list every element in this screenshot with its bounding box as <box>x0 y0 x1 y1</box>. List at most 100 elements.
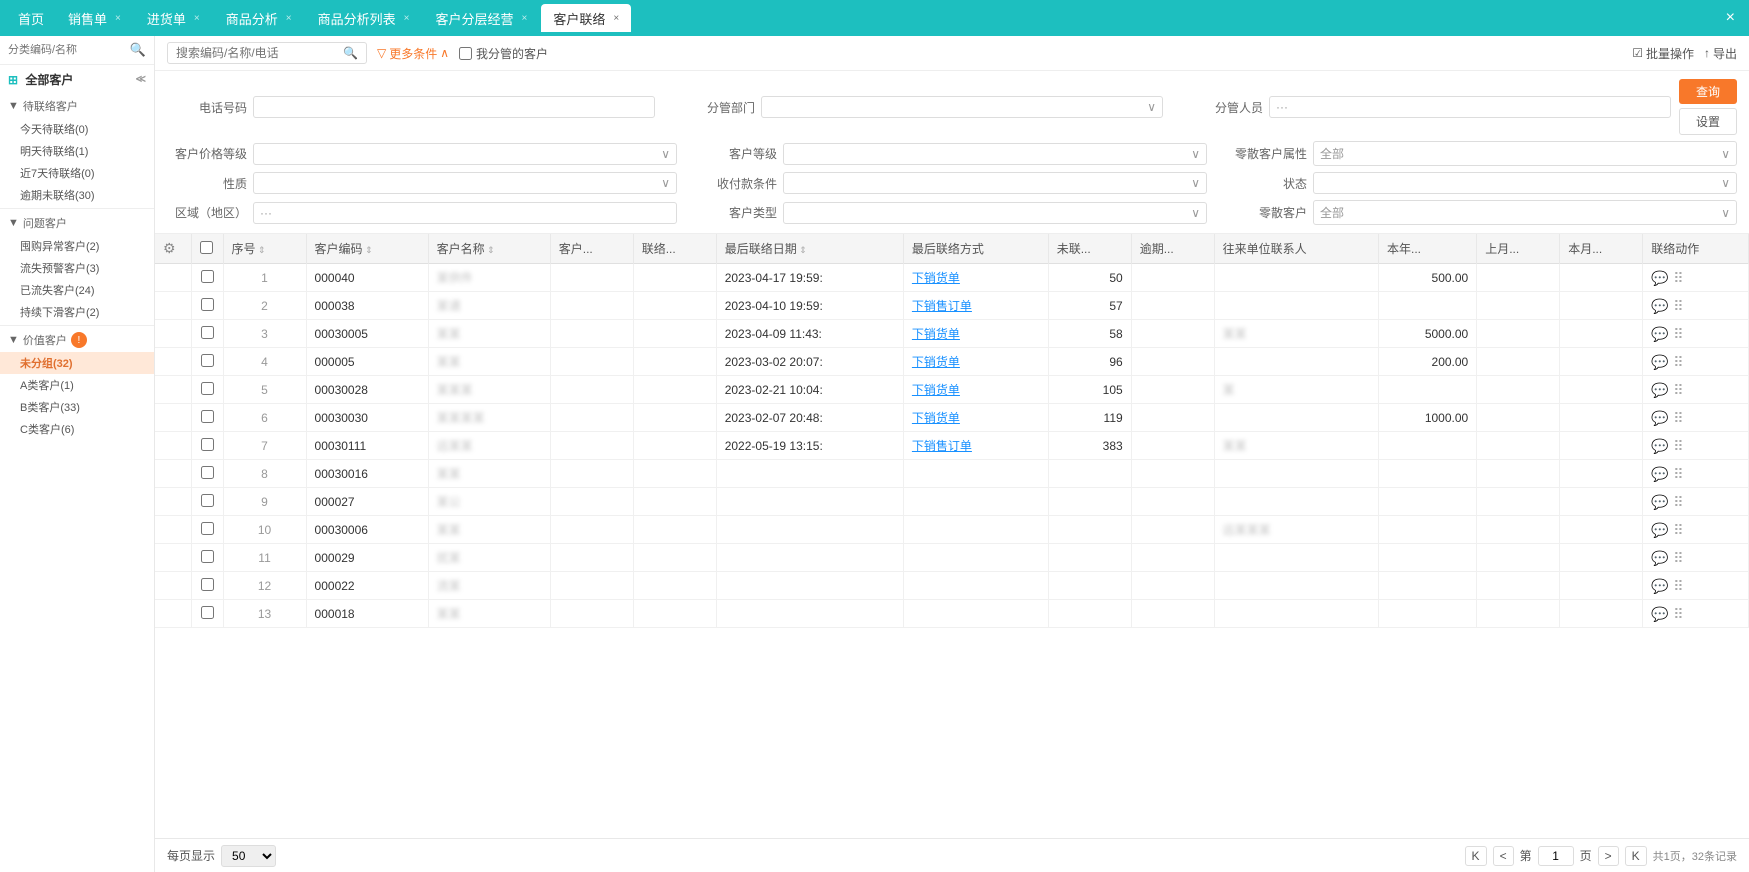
select-all-checkbox[interactable] <box>200 241 213 254</box>
search-input[interactable] <box>176 46 337 60</box>
more-icon[interactable]: ⠿ <box>1673 578 1689 594</box>
close-icon[interactable]: × <box>286 13 292 24</box>
first-page-button[interactable]: K <box>1465 846 1487 866</box>
more-icon[interactable]: ⠿ <box>1673 410 1689 426</box>
row-check[interactable] <box>201 270 214 283</box>
sidebar-search-box[interactable]: 🔍 <box>0 36 154 65</box>
more-icon[interactable]: ⠿ <box>1673 270 1689 286</box>
nav-tab-customer-contact[interactable]: 客户联络 × <box>541 4 631 32</box>
row-check[interactable] <box>201 522 214 535</box>
collapse-icon[interactable]: ≪ <box>136 74 146 85</box>
col-contact[interactable]: 联络... <box>633 234 716 264</box>
customer-type-select[interactable]: ∨ <box>783 202 1207 224</box>
manage-staff-input[interactable]: ··· <box>1269 96 1671 118</box>
contact-icon[interactable]: 💬 <box>1651 550 1667 566</box>
sidebar-item-churn-warn[interactable]: 流失预警客户(3) <box>0 257 154 279</box>
more-icon[interactable]: ⠿ <box>1673 522 1689 538</box>
status-select[interactable]: ∨ <box>1313 172 1737 194</box>
batch-operation-button[interactable]: ☑ 批量操作 <box>1632 45 1694 62</box>
sidebar-group-value[interactable]: ▼ 价值客户 ! <box>0 328 154 352</box>
close-icon[interactable]: × <box>194 13 200 24</box>
contact-icon[interactable]: 💬 <box>1651 410 1667 426</box>
row-check[interactable] <box>201 382 214 395</box>
last-method-link[interactable]: 下销售订单 <box>912 439 972 453</box>
row-check[interactable] <box>201 494 214 507</box>
col-uncontacted[interactable]: 未联... <box>1048 234 1131 264</box>
sidebar-item-abnormal[interactable]: 囤购异常客户(2) <box>0 235 154 257</box>
close-all-button[interactable]: × <box>1720 9 1741 27</box>
nav-tab-analysis-list[interactable]: 商品分析列表 × <box>306 4 422 32</box>
export-button[interactable]: ↑ 导出 <box>1704 45 1737 62</box>
phone-input[interactable] <box>253 96 655 118</box>
contact-icon[interactable]: 💬 <box>1651 522 1667 538</box>
row-check[interactable] <box>201 606 214 619</box>
col-this-month[interactable]: 本月... <box>1560 234 1643 264</box>
sidebar-search-input[interactable] <box>8 44 126 56</box>
more-icon[interactable]: ⠿ <box>1673 466 1689 482</box>
sidebar-item-a-class[interactable]: A类客户(1) <box>0 374 154 396</box>
query-button[interactable]: 查询 <box>1679 79 1737 104</box>
nav-home[interactable]: 首页 <box>8 9 54 28</box>
last-method-link[interactable]: 下销货单 <box>912 355 960 369</box>
contact-icon[interactable]: 💬 <box>1651 494 1667 510</box>
customer-level-select[interactable]: ∨ <box>783 143 1207 165</box>
contact-icon[interactable]: 💬 <box>1651 382 1667 398</box>
nav-tab-purchase[interactable]: 进货单 × <box>135 4 212 32</box>
nav-tab-analysis[interactable]: 商品分析 × <box>214 4 304 32</box>
nav-tab-customer-tier[interactable]: 客户分层经营 × <box>423 4 539 32</box>
all-customers-header[interactable]: ⊞ 全部客户 ≪ <box>0 65 154 94</box>
col-last-method[interactable]: 最后联络方式 <box>903 234 1048 264</box>
gear-icon[interactable]: ⚙ <box>163 240 176 256</box>
manage-dept-select[interactable]: ∨ <box>761 96 1163 118</box>
contact-icon[interactable]: 💬 <box>1651 438 1667 454</box>
row-check[interactable] <box>201 298 214 311</box>
contact-icon[interactable]: 💬 <box>1651 606 1667 622</box>
more-conditions-button[interactable]: ▽ 更多条件 ∧ <box>377 45 449 62</box>
col-type[interactable]: 客户... <box>550 234 633 264</box>
price-level-select[interactable]: ∨ <box>253 143 677 165</box>
more-icon[interactable]: ⠿ <box>1673 494 1689 510</box>
row-check[interactable] <box>201 410 214 423</box>
more-icon[interactable]: ⠿ <box>1673 550 1689 566</box>
close-icon[interactable]: × <box>115 13 121 24</box>
contact-icon[interactable]: 💬 <box>1651 326 1667 342</box>
region-input[interactable]: ··· <box>253 202 677 224</box>
prev-page-button[interactable]: < <box>1493 846 1514 866</box>
contact-icon[interactable]: 💬 <box>1651 578 1667 594</box>
page-input[interactable] <box>1538 846 1574 866</box>
gender-select[interactable]: ∨ <box>253 172 677 194</box>
reset-button[interactable]: 设置 <box>1679 108 1737 135</box>
row-check[interactable] <box>201 326 214 339</box>
search-icon[interactable]: 🔍 <box>343 46 358 60</box>
more-icon[interactable]: ⠿ <box>1673 298 1689 314</box>
nav-tab-sales[interactable]: 销售单 × <box>56 4 133 32</box>
close-icon[interactable]: × <box>404 13 410 24</box>
search-box[interactable]: 🔍 <box>167 42 367 64</box>
row-check[interactable] <box>201 438 214 451</box>
retail-customer-select[interactable]: 全部 ∨ <box>1313 200 1737 225</box>
col-last-date[interactable]: 最后联络日期 <box>716 234 903 264</box>
sidebar-item-declining[interactable]: 持续下滑客户(2) <box>0 301 154 323</box>
sidebar-item-overdue[interactable]: 逾期未联络(30) <box>0 184 154 206</box>
sidebar-group-problem[interactable]: ▼ 问题客户 <box>0 211 154 235</box>
col-partner[interactable]: 往来单位联系人 <box>1214 234 1378 264</box>
col-overdue[interactable]: 逾期... <box>1131 234 1214 264</box>
contact-icon[interactable]: 💬 <box>1651 466 1667 482</box>
more-icon[interactable]: ⠿ <box>1673 326 1689 342</box>
sidebar-item-ungroup[interactable]: 未分组(32) <box>0 352 154 374</box>
more-icon[interactable]: ⠿ <box>1673 382 1689 398</box>
last-method-link[interactable]: 下销货单 <box>912 383 960 397</box>
row-check[interactable] <box>201 466 214 479</box>
more-icon[interactable]: ⠿ <box>1673 606 1689 622</box>
next-page-button[interactable]: > <box>1598 846 1619 866</box>
contact-icon[interactable]: 💬 <box>1651 298 1667 314</box>
last-method-link[interactable]: 下销货单 <box>912 411 960 425</box>
row-check[interactable] <box>201 550 214 563</box>
page-size-select[interactable]: 50 100 200 <box>221 845 276 867</box>
last-method-link[interactable]: 下销售订单 <box>912 299 972 313</box>
contact-icon[interactable]: 💬 <box>1651 270 1667 286</box>
sidebar-item-7days[interactable]: 近7天待联络(0) <box>0 162 154 184</box>
sidebar-item-c-class[interactable]: C类客户(6) <box>0 418 154 440</box>
sidebar-item-churned[interactable]: 已流失客户(24) <box>0 279 154 301</box>
row-check[interactable] <box>201 354 214 367</box>
